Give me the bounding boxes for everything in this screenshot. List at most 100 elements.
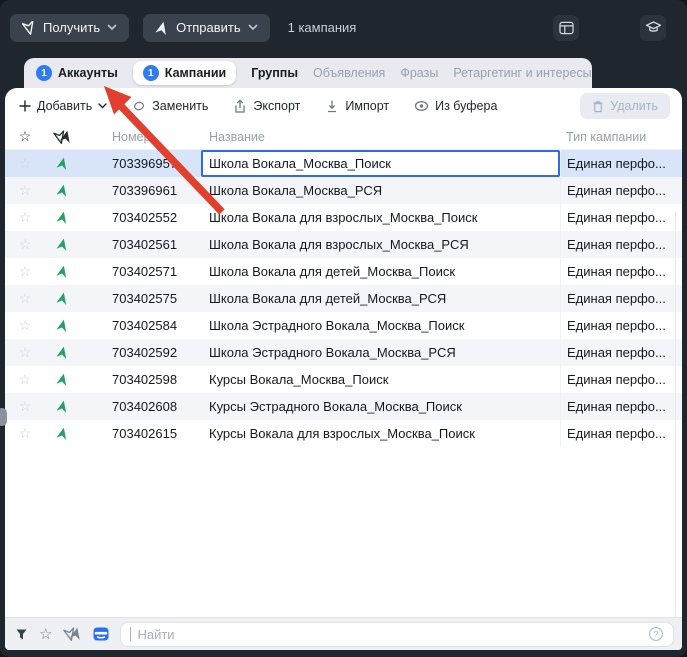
receive-button[interactable]: Получить	[10, 13, 130, 42]
sync-state-column-header-icon[interactable]	[45, 129, 79, 144]
swap-icon	[132, 99, 146, 113]
campaign-name-cell[interactable]: Школа Эстрадного Вокала_Москва_РСЯ	[201, 339, 560, 366]
sent-state-icon	[45, 373, 79, 386]
tab-label: Объявления	[313, 66, 386, 80]
star-icon[interactable]: ☆	[5, 398, 45, 415]
campaign-type: Единая перфо...	[560, 231, 682, 258]
import-label: Импорт	[345, 99, 390, 113]
campaign-number: 703402571	[112, 264, 178, 279]
campaign-name-cell[interactable]: Школа Вокала для детей_Москва_Поиск	[201, 258, 560, 285]
star-column-header-icon[interactable]: ☆	[5, 128, 45, 145]
sent-state-icon	[45, 211, 79, 224]
campaign-type: Единая перфо...	[560, 177, 682, 204]
column-header-name[interactable]: Название	[201, 124, 560, 149]
table-row[interactable]: ☆ 703396961 Школа Вокала_Москва_РСЯ Един…	[5, 177, 682, 204]
sent-state-icon	[45, 346, 79, 359]
column-divider	[675, 212, 676, 617]
campaign-type: Единая перфо...	[560, 258, 682, 285]
campaign-name-cell[interactable]: Школа Вокала_Москва_РСЯ	[201, 177, 560, 204]
column-header-type[interactable]: Тип кампании	[560, 124, 682, 149]
star-icon[interactable]: ☆	[5, 317, 45, 334]
star-icon[interactable]: ☆	[5, 344, 45, 361]
table-row[interactable]: ☆ 703402571 Школа Вокала для детей_Москв…	[5, 258, 682, 285]
campaign-name-cell[interactable]: Школа Вокала для взрослых_Москва_Поиск	[201, 204, 560, 231]
panel-resize-handle[interactable]	[0, 408, 7, 426]
tab-accounts[interactable]: 1 Аккаунты	[36, 65, 118, 81]
accounts-badge: 1	[36, 65, 52, 81]
campaign-name-cell[interactable]: Школа Вокала для детей_Москва_РСЯ	[201, 285, 560, 312]
star-icon[interactable]: ☆	[5, 290, 45, 307]
layout-columns-button[interactable]	[553, 14, 579, 41]
filter-bar: ☆ ?	[5, 617, 682, 650]
replace-label: Заменить	[152, 99, 209, 113]
campaign-name-cell[interactable]: Курсы Эстрадного Вокала_Москва_Поиск	[201, 393, 560, 420]
table-row[interactable]: ☆ 703402615 Курсы Вокала для взрослых_Мо…	[5, 420, 682, 447]
table-row[interactable]: ☆ 703396957 Школа Вокала_Москва_Поиск Ед…	[5, 150, 682, 177]
tab-groups[interactable]: Группы	[251, 66, 298, 80]
table-row[interactable]: ☆ 703402592 Школа Эстрадного Вокала_Моск…	[5, 339, 682, 366]
campaign-type: Единая перфо...	[560, 393, 682, 420]
tab-phrases: Фразы	[400, 66, 438, 80]
action-toolbar: Добавить Заменить Экспорт Импорт Из буфе…	[5, 88, 682, 124]
column-header-number[interactable]: Номер	[79, 130, 201, 144]
star-filter-icon[interactable]: ☆	[39, 625, 52, 643]
tab-campaigns[interactable]: 1 Кампании	[132, 61, 237, 85]
top-toolbar: Получить Отправить 1 кампания	[0, 0, 687, 55]
campaign-name-cell[interactable]: Школа Вокала для взрослых_Москва_РСЯ	[201, 231, 560, 258]
tab-retargeting: Ретаргетинг и интересы	[453, 66, 591, 80]
export-button[interactable]: Экспорт	[233, 98, 301, 114]
star-icon[interactable]: ☆	[5, 236, 45, 253]
education-button[interactable]	[640, 14, 666, 41]
search-input[interactable]	[137, 626, 642, 642]
star-icon[interactable]: ☆	[5, 425, 45, 442]
export-label: Экспорт	[253, 99, 301, 113]
delete-button[interactable]: Удалить	[580, 93, 670, 119]
campaign-number: 703402561	[112, 237, 178, 252]
table-row[interactable]: ☆ 703402598 Курсы Вокала_Москва_Поиск Ед…	[5, 366, 682, 393]
table-row[interactable]: ☆ 703402608 Курсы Эстрадного Вокала_Моск…	[5, 393, 682, 420]
help-icon[interactable]: ?	[648, 626, 664, 642]
eye-icon	[414, 100, 429, 112]
campaign-type: Единая перфо...	[560, 339, 682, 366]
campaigns-badge: 1	[142, 65, 159, 81]
chevron-down-icon	[98, 103, 107, 109]
sync-state-filter-icon[interactable]	[63, 627, 83, 641]
campaign-name-cell[interactable]: Школа Эстрадного Вокала_Москва_Поиск	[201, 312, 560, 339]
svg-text:?: ?	[654, 629, 659, 639]
tab-label: Группы	[251, 66, 299, 80]
campaign-name-cell[interactable]: Курсы Вокала для взрослых_Москва_Поиск	[201, 420, 560, 447]
inbox-filter-icon[interactable]	[93, 627, 109, 641]
tab-label: Аккаунты	[58, 66, 118, 80]
import-button[interactable]: Импорт	[325, 99, 389, 114]
table-row[interactable]: ☆ 703402552 Школа Вокала для взрослых_Мо…	[5, 204, 682, 231]
campaign-type: Единая перфо...	[560, 285, 682, 312]
add-button[interactable]: Добавить	[19, 99, 107, 113]
replace-button[interactable]: Заменить	[132, 99, 208, 113]
campaign-type: Единая перфо...	[560, 312, 682, 339]
send-button[interactable]: Отправить	[143, 13, 270, 42]
star-icon[interactable]: ☆	[5, 263, 45, 280]
campaign-type: Единая перфо...	[560, 366, 682, 393]
campaign-number: 703402608	[112, 399, 178, 414]
star-icon[interactable]: ☆	[5, 371, 45, 388]
star-icon[interactable]: ☆	[5, 182, 45, 199]
star-icon[interactable]: ☆	[5, 155, 45, 172]
tab-ads: Объявления	[313, 66, 385, 80]
campaign-name-cell[interactable]: Школа Вокала_Москва_Поиск	[201, 150, 560, 177]
plus-icon	[19, 100, 31, 112]
table-row[interactable]: ☆ 703402584 Школа Эстрадного Вокала_Моск…	[5, 312, 682, 339]
table-row[interactable]: ☆ 703402561 Школа Вокала для взрослых_Мо…	[5, 231, 682, 258]
send-label: Отправить	[176, 20, 241, 35]
filter-funnel-icon[interactable]	[15, 628, 28, 641]
campaign-number: 703402598	[112, 372, 178, 387]
receive-arrow-icon	[22, 20, 36, 35]
campaign-name-cell[interactable]: Курсы Вокала_Москва_Поиск	[201, 366, 560, 393]
table-row[interactable]: ☆ 703402575 Школа Вокала для детей_Москв…	[5, 285, 682, 312]
chevron-down-icon	[248, 24, 258, 31]
star-icon[interactable]: ☆	[5, 209, 45, 226]
export-icon	[233, 98, 247, 114]
from-buffer-button[interactable]: Из буфера	[414, 99, 497, 113]
sent-state-icon	[45, 238, 79, 251]
search-box[interactable]: ?	[120, 621, 674, 647]
add-label: Добавить	[37, 99, 93, 113]
